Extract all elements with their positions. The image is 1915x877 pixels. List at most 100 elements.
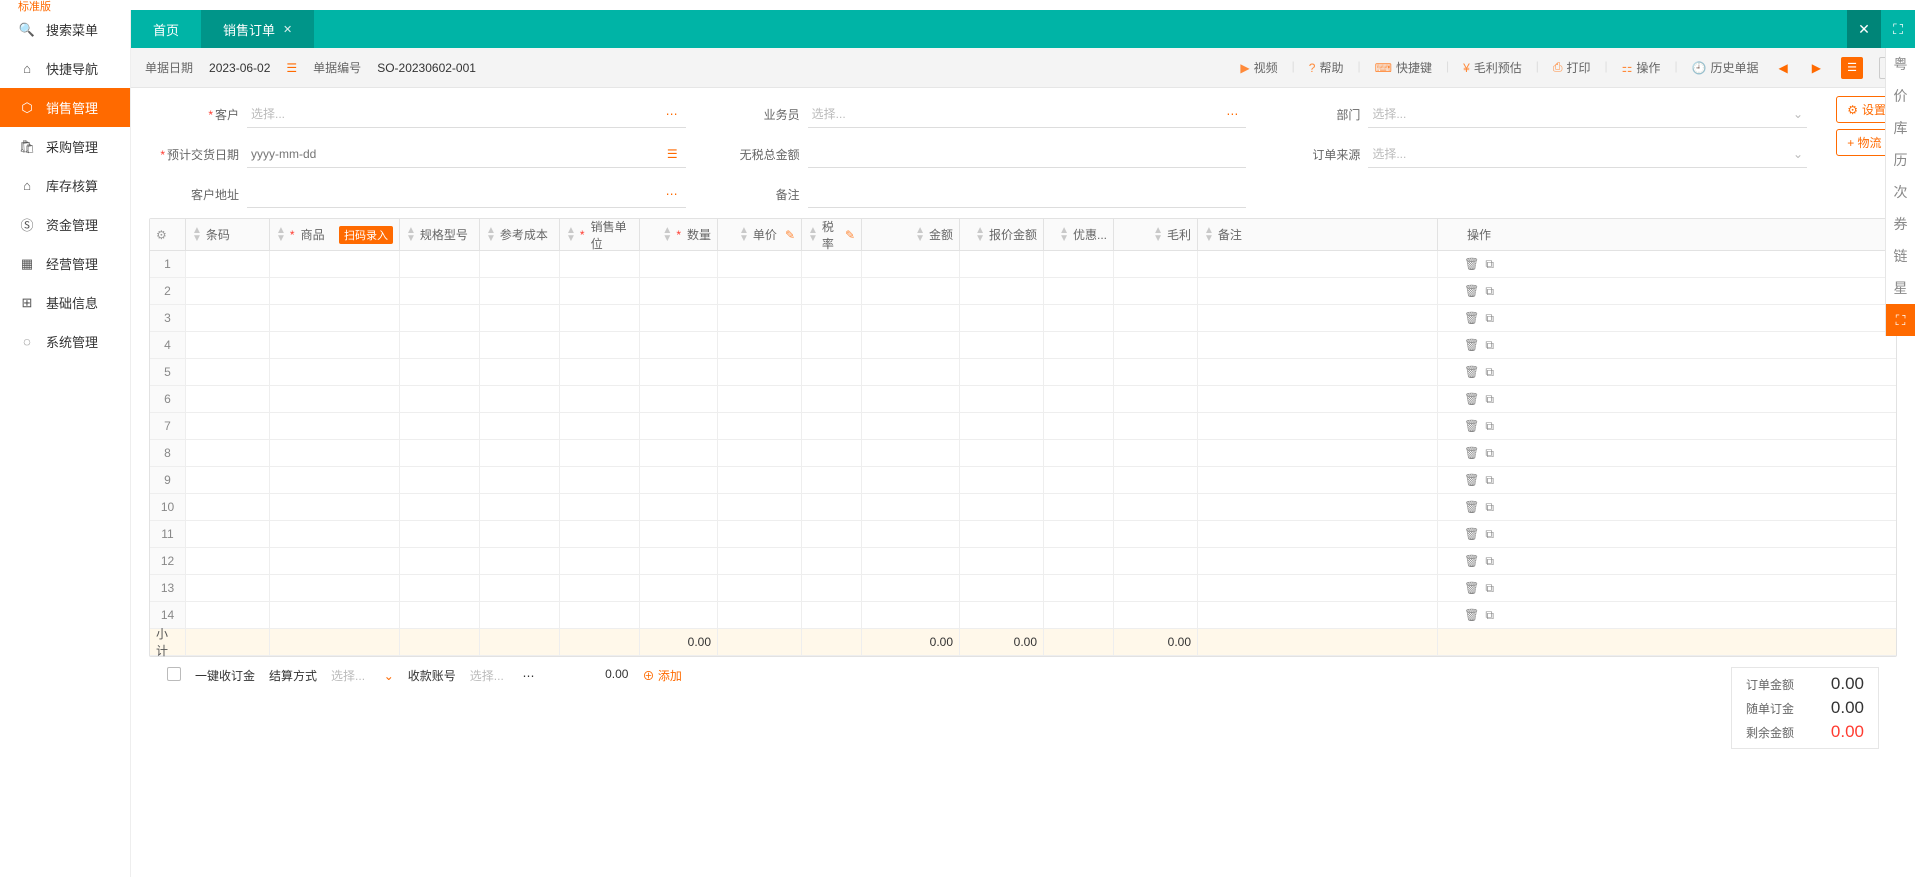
account-picker-icon[interactable]: ⋯	[522, 669, 534, 683]
sidebar-item-3[interactable]: 🛍采购管理	[0, 127, 130, 166]
dock-item-1[interactable]: 价	[1886, 80, 1915, 112]
copy-row-icon[interactable]: ⧉	[1482, 257, 1497, 272]
toolbar-profit[interactable]: ¥毛利预估	[1463, 59, 1522, 76]
copy-row-icon[interactable]: ⧉	[1482, 527, 1497, 542]
prev-doc-icon[interactable]: ◀	[1775, 61, 1792, 75]
scan-badge[interactable]: 扫码录入	[339, 226, 393, 244]
account-select[interactable]: 选择... ⋯	[470, 667, 535, 685]
calendar-icon[interactable]: ☰	[286, 61, 297, 75]
sidebar-item-0[interactable]: 🔍搜索菜单	[0, 10, 130, 49]
delete-row-icon[interactable]: 🗑	[1461, 608, 1482, 622]
table-row[interactable]: 11🗑⧉	[150, 521, 1896, 548]
copy-row-icon[interactable]: ⧉	[1482, 473, 1497, 488]
copy-row-icon[interactable]: ⧉	[1482, 392, 1497, 407]
col-amount[interactable]: ▲▼金额	[862, 219, 960, 250]
col-note[interactable]: ▲▼备注	[1198, 219, 1438, 250]
next-doc-icon[interactable]: ▶	[1808, 61, 1825, 75]
sidebar-item-2[interactable]: ⬡销售管理	[0, 88, 130, 127]
dock-item-0[interactable]: 粤	[1886, 48, 1915, 80]
sidebar-item-6[interactable]: ▦经营管理	[0, 244, 130, 283]
view-form-button[interactable]: ☰	[1841, 57, 1863, 79]
tab-0[interactable]: 首页	[131, 10, 201, 48]
toolbar-kbd[interactable]: ⌨快捷键	[1375, 59, 1432, 76]
copy-row-icon[interactable]: ⧉	[1482, 608, 1497, 623]
toolbar-print[interactable]: ⎙打印	[1553, 59, 1591, 76]
col-tax[interactable]: ▲▼税率✎	[802, 219, 862, 250]
col-product[interactable]: ▲▼*商品扫码录入	[270, 219, 400, 250]
copy-row-icon[interactable]: ⧉	[1482, 365, 1497, 380]
table-row[interactable]: 3🗑⧉	[150, 305, 1896, 332]
remark-input[interactable]	[808, 180, 1247, 208]
delete-row-icon[interactable]: 🗑	[1461, 311, 1482, 325]
table-row[interactable]: 10🗑⧉	[150, 494, 1896, 521]
delete-row-icon[interactable]: 🗑	[1461, 419, 1482, 433]
col-gross[interactable]: ▲▼毛利	[1114, 219, 1198, 250]
table-row[interactable]: 5🗑⧉	[150, 359, 1896, 386]
delete-row-icon[interactable]: 🗑	[1461, 527, 1482, 541]
table-row[interactable]: 12🗑⧉	[150, 548, 1896, 575]
address-input[interactable]: ⋯	[247, 180, 686, 208]
salesperson-input[interactable]: 选择...⋯	[808, 100, 1247, 128]
toolbar-help[interactable]: ?帮助	[1309, 59, 1344, 76]
deposit-checkbox[interactable]	[167, 667, 181, 681]
delivery-date-input[interactable]: ☰	[247, 140, 686, 168]
edit-icon[interactable]: ✎	[785, 228, 795, 242]
dock-item-6[interactable]: 链	[1886, 240, 1915, 272]
copy-row-icon[interactable]: ⧉	[1482, 419, 1497, 434]
dock-item-4[interactable]: 次	[1886, 176, 1915, 208]
copy-row-icon[interactable]: ⧉	[1482, 500, 1497, 515]
dock-fullscreen[interactable]: ⛶	[1886, 304, 1915, 336]
edit-icon[interactable]: ✎	[845, 228, 855, 242]
col-disc[interactable]: ▲▼优惠...	[1044, 219, 1114, 250]
sidebar-item-8[interactable]: ◌系统管理	[0, 322, 130, 361]
customer-input[interactable]: 选择...⋯	[247, 100, 686, 128]
copy-row-icon[interactable]: ⧉	[1482, 338, 1497, 353]
delete-row-icon[interactable]: 🗑	[1461, 338, 1482, 352]
dock-item-5[interactable]: 券	[1886, 208, 1915, 240]
table-row[interactable]: 13🗑⧉	[150, 575, 1896, 602]
delete-row-icon[interactable]: 🗑	[1461, 473, 1482, 487]
col-qty[interactable]: ▲▼*数量	[640, 219, 718, 250]
delete-row-icon[interactable]: 🗑	[1461, 365, 1482, 379]
table-row[interactable]: 14🗑⧉	[150, 602, 1896, 629]
toolbar-hist[interactable]: 🕘历史单据	[1692, 59, 1759, 76]
sidebar-item-1[interactable]: ⌂快捷导航	[0, 49, 130, 88]
sidebar-item-7[interactable]: ⊞基础信息	[0, 283, 130, 322]
toolbar-play[interactable]: ▶视频	[1240, 59, 1277, 76]
table-row[interactable]: 4🗑⧉	[150, 332, 1896, 359]
doc-date-value[interactable]: 2023-06-02	[209, 61, 270, 75]
table-row[interactable]: 1🗑⧉	[150, 251, 1896, 278]
source-input[interactable]: 选择...⌄	[1368, 140, 1807, 168]
dock-item-2[interactable]: 库	[1886, 112, 1915, 144]
dept-input[interactable]: 选择...⌄	[1368, 100, 1807, 128]
table-row[interactable]: 2🗑⧉	[150, 278, 1896, 305]
sidebar-item-4[interactable]: ⌂库存核算	[0, 166, 130, 205]
table-row[interactable]: 6🗑⧉	[150, 386, 1896, 413]
delete-row-icon[interactable]: 🗑	[1461, 257, 1482, 271]
delete-row-icon[interactable]: 🗑	[1461, 554, 1482, 568]
pretax-input[interactable]	[808, 140, 1247, 168]
col-price[interactable]: ▲▼单价✎	[718, 219, 802, 250]
tab-1[interactable]: 销售订单✕	[201, 10, 314, 48]
col-barcode[interactable]: ▲▼条码	[186, 219, 270, 250]
settle-select[interactable]: 选择... ⌄	[331, 667, 394, 685]
gear-icon[interactable]: ⚙	[156, 228, 167, 242]
delete-row-icon[interactable]: 🗑	[1461, 284, 1482, 298]
copy-row-icon[interactable]: ⧉	[1482, 446, 1497, 461]
salesperson-picker-icon[interactable]: ⋯	[1222, 107, 1242, 121]
close-icon[interactable]: ✕	[283, 23, 292, 36]
tab-fullscreen[interactable]: ⛶	[1881, 10, 1915, 48]
add-payment-button[interactable]: ⊕ 添加	[642, 667, 681, 684]
col-spec[interactable]: ▲▼规格型号	[400, 219, 480, 250]
dock-item-3[interactable]: 历	[1886, 144, 1915, 176]
tab-close-all[interactable]: ✕	[1847, 10, 1881, 48]
date-picker-icon[interactable]: ☰	[663, 147, 682, 161]
delete-row-icon[interactable]: 🗑	[1461, 581, 1482, 595]
col-unit[interactable]: ▲▼*销售单位	[560, 219, 640, 250]
table-row[interactable]: 7🗑⧉	[150, 413, 1896, 440]
delete-row-icon[interactable]: 🗑	[1461, 446, 1482, 460]
toolbar-ops[interactable]: ⚏操作	[1622, 59, 1661, 76]
copy-row-icon[interactable]: ⧉	[1482, 554, 1497, 569]
table-row[interactable]: 8🗑⧉	[150, 440, 1896, 467]
dock-item-7[interactable]: 星	[1886, 272, 1915, 304]
